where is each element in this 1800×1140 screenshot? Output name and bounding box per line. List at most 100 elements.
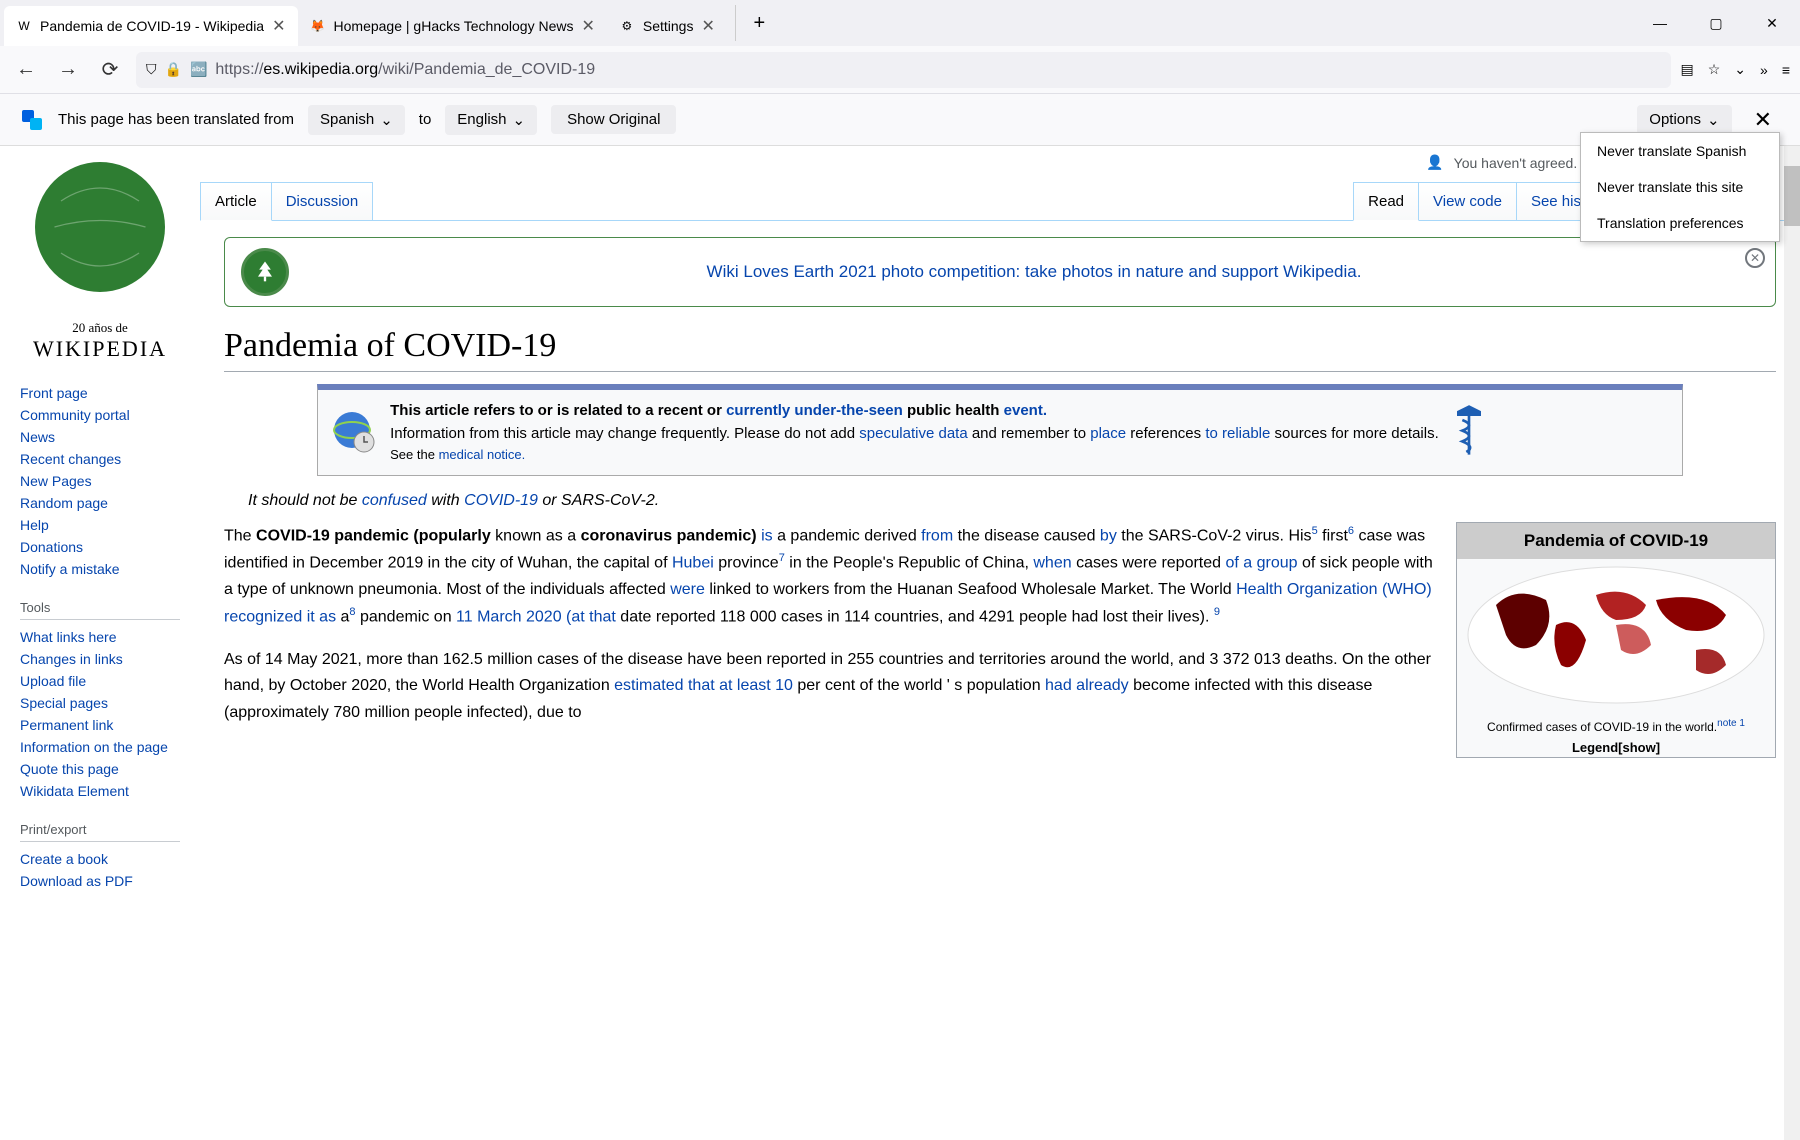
- translate-icon[interactable]: 🔤: [190, 61, 207, 78]
- reload-button[interactable]: ⟳: [94, 54, 126, 86]
- page-title: Pandemia of COVID-19: [224, 327, 1776, 372]
- infobox-map[interactable]: [1457, 559, 1775, 714]
- wikipedia-logo[interactable]: [25, 162, 175, 312]
- link[interactable]: speculative data: [859, 425, 967, 442]
- link[interactable]: of a group: [1225, 555, 1297, 572]
- sidebar-heading-print: Print/export: [20, 822, 180, 842]
- wle-banner: Wiki Loves Earth 2021 photo competition:…: [224, 237, 1776, 307]
- tree-icon: [241, 248, 289, 296]
- banner-link[interactable]: Wiki Loves Earth 2021 photo competition:…: [707, 262, 1362, 281]
- link[interactable]: Hubei: [672, 555, 714, 572]
- shield-icon[interactable]: ⛉: [146, 61, 157, 78]
- sidebar-item[interactable]: Permanent link: [20, 717, 113, 733]
- link[interactable]: from: [921, 527, 953, 544]
- new-tab-button[interactable]: +: [735, 5, 771, 41]
- link[interactable]: to reliable: [1205, 425, 1270, 442]
- link[interactable]: event.: [1004, 402, 1047, 419]
- link[interactable]: when: [1033, 555, 1071, 572]
- close-tab-icon[interactable]: ✕: [701, 16, 714, 36]
- address-bar[interactable]: ⛉ 🔒 🔤 https://es.wikipedia.org/wiki/Pand…: [136, 52, 1671, 88]
- sidebar-item[interactable]: What links here: [20, 629, 116, 645]
- link[interactable]: estimated that at least 10: [614, 677, 793, 694]
- link[interactable]: COVID-19: [464, 492, 538, 509]
- menu-item-never-language[interactable]: Never translate Spanish: [1581, 133, 1779, 169]
- pocket-icon[interactable]: ⌄: [1734, 61, 1746, 78]
- close-tab-icon[interactable]: ✕: [272, 16, 285, 36]
- sidebar-item[interactable]: Special pages: [20, 695, 108, 711]
- link[interactable]: confused: [362, 492, 427, 509]
- bookmark-icon[interactable]: ☆: [1708, 61, 1721, 78]
- vertical-scrollbar[interactable]: [1784, 146, 1800, 1140]
- chevron-down-icon: ⌄: [380, 111, 393, 129]
- user-links: 👤 You haven't agreed. Discussion Contrib…: [200, 146, 1800, 179]
- not-logged-notice: You haven't agreed.: [1454, 155, 1578, 171]
- link[interactable]: by: [1100, 527, 1117, 544]
- translate-logo-icon: [20, 108, 44, 132]
- ghacks-favicon: 🦊: [310, 18, 326, 34]
- translate-from-select[interactable]: Spanish⌄: [308, 105, 405, 135]
- overflow-icon[interactable]: »: [1760, 62, 1768, 78]
- link[interactable]: place: [1090, 425, 1126, 442]
- lock-icon[interactable]: 🔒: [165, 61, 182, 78]
- infobox-caption: Confirmed cases of COVID-19 in the world…: [1457, 714, 1775, 738]
- sidebar-tools: What links here Changes in links Upload …: [20, 626, 180, 802]
- translate-options-button[interactable]: Options⌄: [1637, 105, 1731, 135]
- tab-view-code[interactable]: View code: [1418, 182, 1517, 220]
- menu-item-never-site[interactable]: Never translate this site: [1581, 169, 1779, 205]
- sidebar-item[interactable]: Front page: [20, 385, 88, 401]
- infobox: Pandemia of COVID-19 Confirmed cases of …: [1456, 522, 1776, 758]
- close-banner-icon[interactable]: ✕: [1745, 248, 1765, 268]
- browser-tab[interactable]: 🦊 Homepage | gHacks Technology News ✕: [298, 6, 607, 46]
- sidebar-item[interactable]: Wikidata Element: [20, 783, 129, 799]
- tab-discussion[interactable]: Discussion: [271, 182, 374, 220]
- back-button[interactable]: ←: [10, 54, 42, 86]
- reader-icon[interactable]: ▤: [1681, 61, 1694, 78]
- link[interactable]: 11 March 2020 (at that: [456, 609, 616, 626]
- sidebar-item[interactable]: Download as PDF: [20, 873, 133, 889]
- sidebar-item[interactable]: Help: [20, 517, 49, 533]
- browser-tab[interactable]: ⚙ Settings ✕: [607, 6, 727, 46]
- translate-bar: This page has been translated from Spani…: [0, 94, 1800, 146]
- translate-to-select[interactable]: English⌄: [445, 105, 537, 135]
- gear-icon: ⚙: [619, 18, 635, 34]
- url-bar: ← → ⟳ ⛉ 🔒 🔤 https://es.wikipedia.org/wik…: [0, 46, 1800, 94]
- wikipedia-sidebar: 20 años de WIKIPEDIA Front page Communit…: [0, 146, 200, 1140]
- browser-tab-active[interactable]: W Pandemia de COVID-19 - Wikipedia ✕: [4, 6, 298, 46]
- ref-link[interactable]: 9: [1214, 606, 1220, 618]
- sidebar-item[interactable]: Quote this page: [20, 761, 119, 777]
- link[interactable]: is: [761, 527, 773, 544]
- sidebar-item[interactable]: Create a book: [20, 851, 108, 867]
- maximize-button[interactable]: ▢: [1688, 0, 1744, 46]
- wikipedia-main: 👤 You haven't agreed. Discussion Contrib…: [200, 146, 1800, 1140]
- show-original-button[interactable]: Show Original: [551, 105, 676, 134]
- sidebar-item[interactable]: Changes in links: [20, 651, 123, 667]
- sidebar-item[interactable]: Recent changes: [20, 451, 121, 467]
- sidebar-item[interactable]: Donations: [20, 539, 83, 555]
- link[interactable]: had already: [1045, 677, 1129, 694]
- link[interactable]: note 1: [1717, 718, 1745, 729]
- logo-text: 20 años de WIKIPEDIA: [20, 320, 180, 362]
- close-tab-icon[interactable]: ✕: [581, 16, 594, 36]
- sidebar-item[interactable]: Upload file: [20, 673, 86, 689]
- menu-item-preferences[interactable]: Translation preferences: [1581, 205, 1779, 241]
- link[interactable]: currently under-the-seen: [726, 402, 903, 419]
- tab-read[interactable]: Read: [1353, 182, 1419, 221]
- sidebar-item[interactable]: Notify a mistake: [20, 561, 120, 577]
- window-controls: ― ▢ ✕: [1632, 0, 1800, 46]
- link[interactable]: were: [670, 581, 705, 598]
- sidebar-item[interactable]: Random page: [20, 495, 108, 511]
- translate-message: This page has been translated from: [58, 111, 294, 128]
- sidebar-item[interactable]: New Pages: [20, 473, 92, 489]
- medical-icon: [1453, 404, 1485, 460]
- sidebar-item[interactable]: Community portal: [20, 407, 130, 423]
- menu-icon[interactable]: ≡: [1782, 62, 1790, 78]
- sidebar-item[interactable]: News: [20, 429, 55, 445]
- infobox-legend[interactable]: Legend[show]: [1457, 738, 1775, 757]
- tab-article[interactable]: Article: [200, 182, 272, 221]
- minimize-button[interactable]: ―: [1632, 0, 1688, 46]
- scrollbar-thumb[interactable]: [1784, 166, 1800, 226]
- forward-button[interactable]: →: [52, 54, 84, 86]
- sidebar-item[interactable]: Information on the page: [20, 739, 168, 755]
- link[interactable]: medical notice.: [439, 447, 526, 462]
- close-window-button[interactable]: ✕: [1744, 0, 1800, 46]
